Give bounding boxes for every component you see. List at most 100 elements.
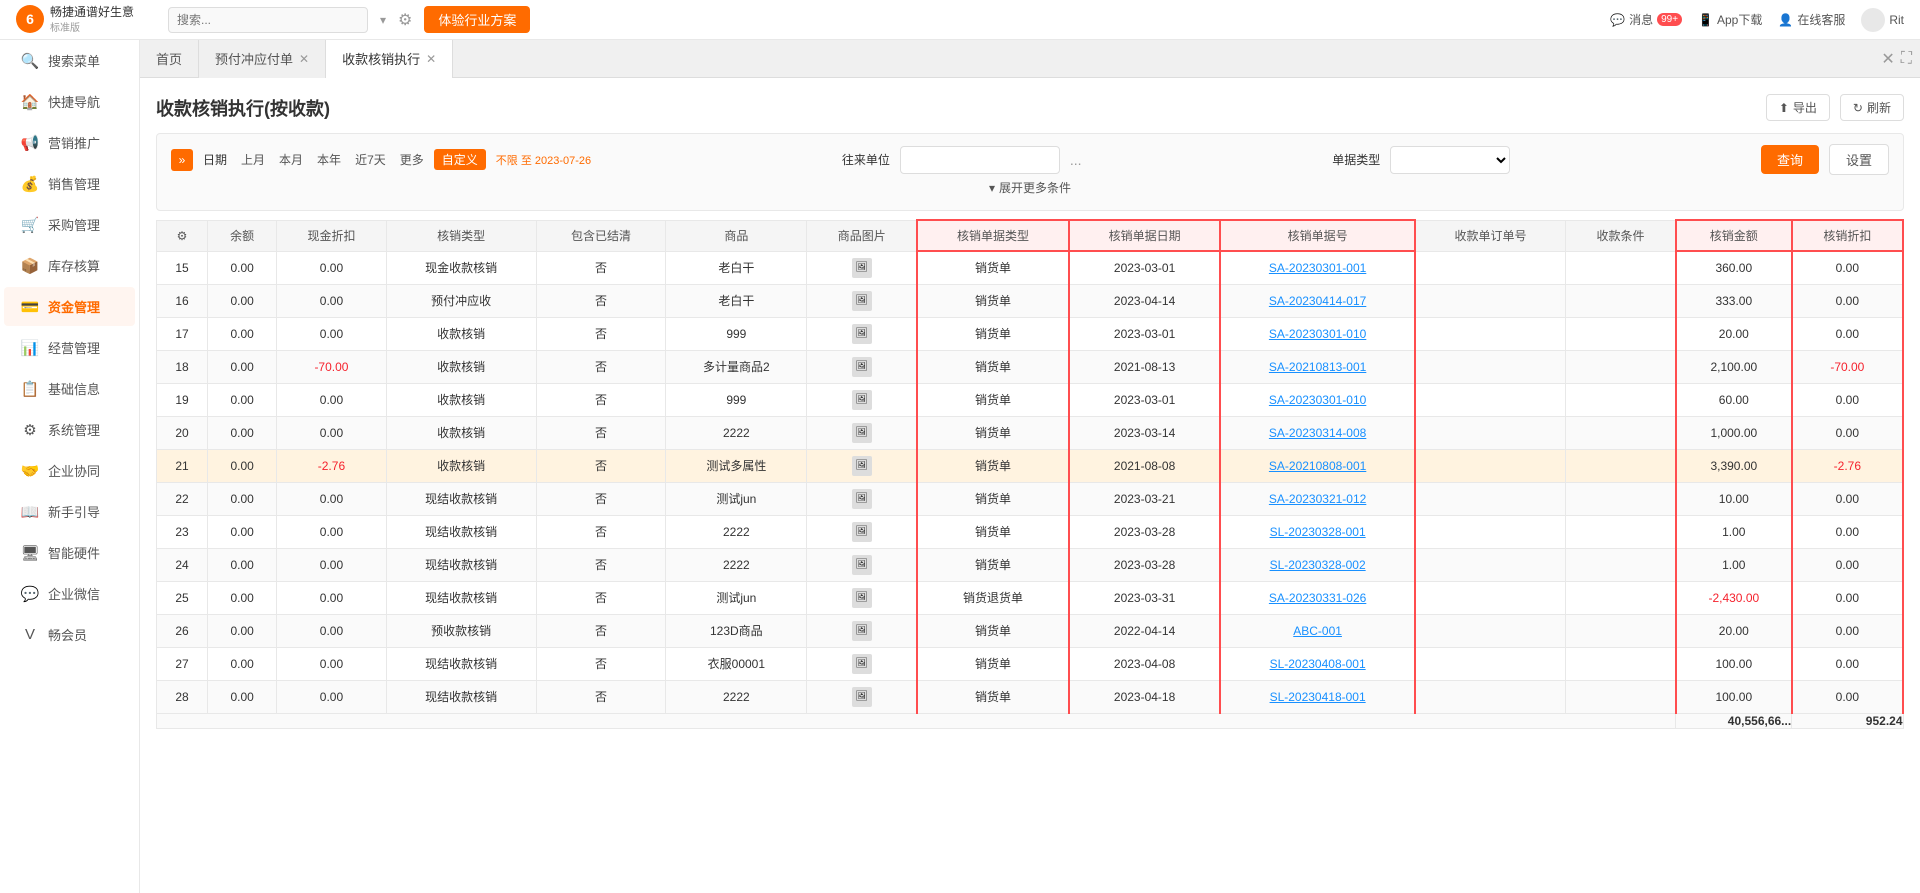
row-writeoff-type: 收款核销 [386,416,536,449]
tab-close-all-icon[interactable]: ✕ [1881,49,1894,69]
row-writeoff-bill-no[interactable]: SA-20210808-001 [1220,449,1414,482]
row-receipt-order-no [1415,548,1566,581]
row-writeoff-bill-no[interactable]: SA-20210813-001 [1220,350,1414,383]
receipt-type-select[interactable] [1390,146,1510,174]
app-download-item[interactable]: 📱 App下载 [1698,11,1762,28]
row-writeoff-discount: -70.00 [1792,350,1903,383]
sales-icon: 💰 [20,175,40,193]
tab-collection[interactable]: 收款核销执行 ✕ [326,40,453,78]
row-writeoff-bill-date: 2021-08-08 [1069,449,1221,482]
tab-home[interactable]: 首页 [140,40,199,78]
row-receipt-condition [1566,416,1676,449]
date-opt-7days[interactable]: 近7天 [351,149,390,170]
row-writeoff-type: 预付冲应收 [386,284,536,317]
settings-button[interactable]: 设置 [1829,144,1889,175]
sidebar-item-inventory[interactable]: 📦 库存核算 [4,246,135,285]
tab-prepay-label: 预付冲应付单 [215,49,293,68]
from-unit-input[interactable] [900,146,1060,174]
sidebar-item-guide[interactable]: 📖 新手引导 [4,492,135,531]
sidebar-item-purchase[interactable]: 🛒 采购管理 [4,205,135,244]
row-include-cleared: 否 [536,449,666,482]
row-writeoff-bill-no[interactable]: SL-20230328-001 [1220,515,1414,548]
message-item[interactable]: 💬 消息 99+ [1610,11,1682,28]
solution-button[interactable]: 体验行业方案 [424,6,530,33]
row-writeoff-type: 收款核销 [386,383,536,416]
tab-collection-close-icon[interactable]: ✕ [426,52,436,66]
date-opt-this-month[interactable]: 本月 [275,149,307,170]
sidebar-item-finance[interactable]: 💳 资金管理 [4,287,135,326]
filter-expand-btn[interactable]: » [171,149,193,171]
row-receipt-order-no [1415,350,1566,383]
gear-icon[interactable]: ⚙ [398,10,412,30]
row-writeoff-bill-no[interactable]: SA-20230414-017 [1220,284,1414,317]
sidebar-item-quick-nav[interactable]: 🏠 快捷导航 [4,82,135,121]
sidebar-item-member[interactable]: V 畅会员 [4,615,135,654]
from-unit-dots[interactable]: ... [1070,152,1082,168]
sidebar-item-wechat[interactable]: 💬 企业微信 [4,574,135,613]
sidebar-item-sales[interactable]: 💰 销售管理 [4,164,135,203]
row-receipt-condition [1566,284,1676,317]
system-icon: ⚙ [20,421,40,439]
sidebar-item-basic[interactable]: 📋 基础信息 [4,369,135,408]
row-writeoff-amount: 3,390.00 [1676,449,1792,482]
th-writeoff-bill-no: 核销单据号 [1220,220,1414,251]
row-cash-discount: 0.00 [277,647,387,680]
th-settings[interactable]: ⚙ [157,220,208,251]
date-opt-custom[interactable]: 自定义 [434,149,486,170]
row-writeoff-bill-no[interactable]: SL-20230418-001 [1220,680,1414,713]
row-writeoff-bill-no[interactable]: SA-20230331-026 [1220,581,1414,614]
chevron-down-icon: ▾ [989,181,995,195]
table-row: 23 0.00 0.00 现结收款核销 否 2222 🖼 销货单 2023-03… [157,515,1904,548]
row-writeoff-bill-no[interactable]: SA-20230301-001 [1220,251,1414,284]
row-balance: 0.00 [208,416,277,449]
sidebar-item-operation[interactable]: 📊 经营管理 [4,328,135,367]
row-writeoff-bill-no[interactable]: SA-20230301-010 [1220,317,1414,350]
search-input[interactable] [168,7,368,33]
th-writeoff-bill-type: 核销单据类型 [917,220,1069,251]
row-writeoff-bill-type: 销货退货单 [917,581,1069,614]
main-content: 首页 预付冲应付单 ✕ 收款核销执行 ✕ ✕ ⛶ 收款核销执行(按收款) [140,40,1920,893]
row-writeoff-bill-no[interactable]: SA-20230301-010 [1220,383,1414,416]
row-writeoff-bill-no[interactable]: SA-20230321-012 [1220,482,1414,515]
inventory-icon: 📦 [20,257,40,275]
sidebar-label-guide: 新手引导 [48,502,100,521]
date-opt-last-month[interactable]: 上月 [237,149,269,170]
tab-prepay[interactable]: 预付冲应付单 ✕ [199,40,326,78]
online-service-item[interactable]: 👤 在线客服 [1778,11,1845,28]
row-writeoff-amount: 20.00 [1676,317,1792,350]
date-opt-this-year[interactable]: 本年 [313,149,345,170]
export-button[interactable]: ⬆ 导出 [1766,94,1830,121]
row-product: 2222 [666,680,807,713]
date-opt-more[interactable]: 更多 [396,149,428,170]
row-writeoff-bill-no[interactable]: SL-20230328-002 [1220,548,1414,581]
row-writeoff-bill-date: 2023-03-01 [1069,383,1221,416]
user-item[interactable]: Rit [1861,8,1904,32]
refresh-button[interactable]: ↻ 刷新 [1840,94,1904,121]
sidebar-item-system[interactable]: ⚙ 系统管理 [4,410,135,449]
row-writeoff-bill-no[interactable]: SL-20230408-001 [1220,647,1414,680]
table-row: 17 0.00 0.00 收款核销 否 999 🖼 销货单 2023-03-01… [157,317,1904,350]
row-receipt-order-no [1415,647,1566,680]
sidebar-label-inventory: 库存核算 [48,256,100,275]
th-writeoff-bill-date: 核销单据日期 [1069,220,1221,251]
row-writeoff-amount: -2,430.00 [1676,581,1792,614]
tab-maximize-icon[interactable]: ⛶ [1901,50,1912,68]
query-button[interactable]: 查询 [1761,145,1819,174]
sidebar-item-marketing[interactable]: 📢 营销推广 [4,123,135,162]
row-receipt-condition [1566,614,1676,647]
row-balance: 0.00 [208,317,277,350]
row-writeoff-bill-no[interactable]: ABC-001 [1220,614,1414,647]
row-writeoff-bill-no[interactable]: SA-20230314-008 [1220,416,1414,449]
expand-more-conditions[interactable]: ▾ 展开更多条件 [171,175,1889,200]
row-cash-discount: -70.00 [277,350,387,383]
row-no: 23 [157,515,208,548]
th-product-image: 商品图片 [807,220,917,251]
search-chevron-icon[interactable]: ▾ [380,13,386,27]
tab-prepay-close-icon[interactable]: ✕ [299,52,309,66]
sidebar-item-search-menu[interactable]: 🔍 搜索菜单 [4,41,135,80]
row-balance: 0.00 [208,548,277,581]
enterprise-icon: 🤝 [20,462,40,480]
guide-icon: 📖 [20,503,40,521]
sidebar-item-hardware[interactable]: 🖥 智能硬件 [4,533,135,572]
sidebar-item-enterprise[interactable]: 🤝 企业协同 [4,451,135,490]
